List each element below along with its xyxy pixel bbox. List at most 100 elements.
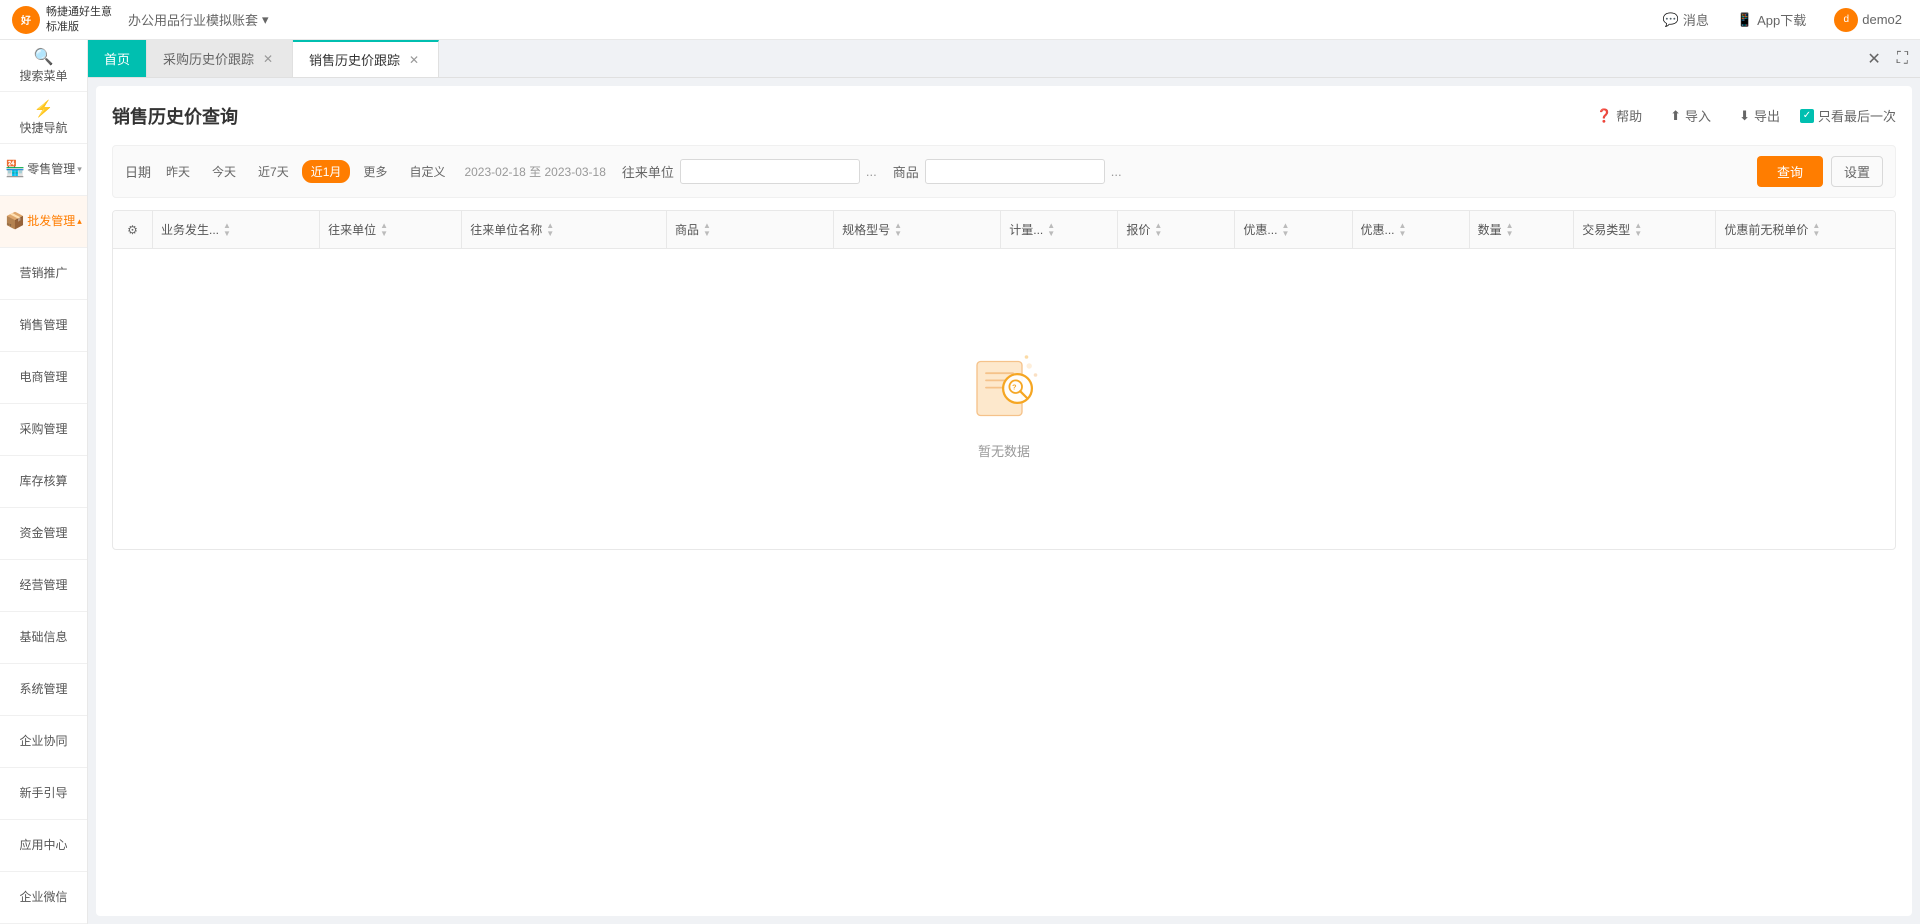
sidebar: 🔍 搜索菜单 ⚡ 快捷导航 🏪 零售管理 ▾ 📦 批发管理 ▴ 营销推广 销售管… — [0, 40, 88, 924]
th-product[interactable]: 商品 ▲▼ — [667, 211, 834, 248]
sidebar-item-basic[interactable]: 基础信息 — [0, 612, 87, 664]
partner-dots[interactable]: ... — [866, 164, 877, 179]
date-btn-last1month[interactable]: 近1月 — [302, 160, 351, 183]
table-body: ? 暂无数据 — [113, 249, 1895, 549]
chevron-down-icon-retail: ▾ — [77, 164, 82, 175]
download-icon: 📱 — [1737, 12, 1753, 28]
sidebar-item-search-menu[interactable]: 🔍 搜索菜单 — [0, 40, 87, 92]
sidebar-item-ecommerce[interactable]: 电商管理 — [0, 352, 87, 404]
partner-label: 往来单位 — [622, 162, 674, 181]
th-discount1[interactable]: 优惠... ▲▼ — [1235, 211, 1352, 248]
main-layout: 🔍 搜索菜单 ⚡ 快捷导航 🏪 零售管理 ▾ 📦 批发管理 ▴ 营销推广 销售管… — [0, 40, 1920, 924]
sidebar-item-operations[interactable]: 经营管理 — [0, 560, 87, 612]
empty-state: ? 暂无数据 — [959, 339, 1049, 460]
th-pretax-price[interactable]: 优惠前无税单价 ▲▼ — [1716, 211, 1895, 248]
sort-icon-trade-type: ▲▼ — [1634, 222, 1642, 238]
product-dots[interactable]: ... — [1111, 164, 1122, 179]
lightning-icon: ⚡ — [34, 99, 54, 119]
sidebar-item-retail[interactable]: 🏪 零售管理 ▾ — [0, 144, 87, 196]
sidebar-item-wechat[interactable]: 企业微信 — [0, 872, 87, 924]
import-button[interactable]: ⬆ 导入 — [1662, 102, 1719, 129]
sidebar-item-purchase[interactable]: 采购管理 — [0, 404, 87, 456]
th-trade-type[interactable]: 交易类型 ▲▼ — [1574, 211, 1716, 248]
user-action[interactable]: d demo2 — [1828, 4, 1908, 36]
page-title-row: 销售历史价查询 ❓ 帮助 ⬆ 导入 ⬇ 导出 ✓ — [112, 102, 1896, 129]
date-btn-today[interactable]: 今天 — [203, 160, 245, 183]
message-action[interactable]: 💬 消息 — [1657, 6, 1715, 33]
export-button[interactable]: ⬇ 导出 — [1731, 102, 1788, 129]
search-icon: 🔍 — [34, 47, 54, 67]
date-btn-yesterday[interactable]: 昨天 — [157, 160, 199, 183]
content-area: 首页 采购历史价跟踪 ✕ 销售历史价跟踪 ✕ ✕ ⛶ 销售历史价查询 — [88, 40, 1920, 924]
header-right: 💬 消息 📱 App下载 d demo2 — [1657, 4, 1908, 36]
partner-filter-group: 往来单位 ... — [622, 159, 877, 184]
sort-icon-discount1: ▲▼ — [1281, 222, 1289, 238]
logo-text: 畅捷通好生意 标准版 — [46, 5, 112, 34]
date-label: 日期 — [125, 162, 151, 181]
empty-text: 暂无数据 — [978, 441, 1030, 460]
tab-close-sales[interactable]: ✕ — [406, 52, 422, 68]
message-icon: 💬 — [1663, 12, 1679, 28]
app-selector[interactable]: 办公用品行业模拟账套 ▾ — [120, 6, 277, 33]
filter-right: 查询 设置 — [1757, 156, 1883, 187]
th-spec[interactable]: 规格型号 ▲▼ — [834, 211, 1001, 248]
query-button[interactable]: 查询 — [1757, 156, 1823, 187]
top-header: 好 畅捷通好生意 标准版 办公用品行业模拟账套 ▾ 💬 消息 📱 App下载 d… — [0, 0, 1920, 40]
chevron-down-icon: ▾ — [262, 12, 269, 28]
page-title: 销售历史价查询 — [112, 103, 238, 129]
tab-purchase-history[interactable]: 采购历史价跟踪 ✕ — [147, 40, 293, 77]
sort-icon-partner-code: ▲▼ — [380, 222, 388, 238]
tab-home[interactable]: 首页 — [88, 40, 147, 77]
sidebar-item-enterprise[interactable]: 企业协同 — [0, 716, 87, 768]
sidebar-item-sales[interactable]: 销售管理 — [0, 300, 87, 352]
logo-icon: 好 — [12, 6, 40, 34]
tab-sales-history[interactable]: 销售历史价跟踪 ✕ — [293, 40, 439, 77]
close-tab-button[interactable]: ✕ — [1863, 45, 1884, 73]
logo-area: 好 畅捷通好生意 标准版 — [12, 5, 112, 34]
sidebar-item-finance[interactable]: 资金管理 — [0, 508, 87, 560]
tab-close-purchase[interactable]: ✕ — [260, 51, 276, 67]
th-partner-code[interactable]: 往来单位 ▲▼ — [320, 211, 462, 248]
partner-input[interactable] — [680, 159, 860, 184]
product-input[interactable] — [925, 159, 1105, 184]
only-last-checkbox[interactable]: ✓ — [1800, 109, 1814, 123]
page-title-actions: ❓ 帮助 ⬆ 导入 ⬇ 导出 ✓ 只看最后一次 — [1588, 102, 1896, 129]
sidebar-item-guide[interactable]: 新手引导 — [0, 768, 87, 820]
sort-icon-spec: ▲▼ — [894, 222, 902, 238]
sort-icon-discount2: ▲▼ — [1399, 222, 1407, 238]
th-quantity[interactable]: 数量 ▲▼ — [1470, 211, 1575, 248]
th-settings[interactable]: ⚙ — [113, 211, 153, 248]
help-button[interactable]: ❓ 帮助 — [1588, 102, 1650, 129]
chevron-up-icon-wholesale: ▴ — [77, 216, 82, 227]
data-table: ⚙ 业务发生... ▲▼ 往来单位 ▲▼ 往来单位名称 ▲▼ — [112, 210, 1896, 550]
table-header: ⚙ 业务发生... ▲▼ 往来单位 ▲▼ 往来单位名称 ▲▼ — [113, 211, 1895, 249]
sidebar-item-inventory[interactable]: 库存核算 — [0, 456, 87, 508]
maximize-button[interactable]: ⛶ — [1893, 46, 1912, 72]
help-icon: ❓ — [1596, 108, 1612, 124]
date-btn-last7[interactable]: 近7天 — [249, 160, 298, 183]
sidebar-item-marketing[interactable]: 营销推广 — [0, 248, 87, 300]
th-quoted-price[interactable]: 报价 ▲▼ — [1118, 211, 1235, 248]
th-unit[interactable]: 计量... ▲▼ — [1001, 211, 1118, 248]
gear-icon: ⚙ — [127, 223, 138, 237]
wholesale-icon: 📦 — [5, 211, 25, 231]
sidebar-item-wholesale[interactable]: 📦 批发管理 ▴ — [0, 196, 87, 248]
date-options: 昨天 今天 近7天 近1月 更多 自定义 — [157, 160, 454, 183]
avatar: d — [1834, 8, 1858, 32]
settings-button[interactable]: 设置 — [1831, 156, 1883, 187]
date-btn-custom[interactable]: 自定义 — [400, 160, 454, 183]
sidebar-item-system[interactable]: 系统管理 — [0, 664, 87, 716]
th-discount2[interactable]: 优惠... ▲▼ — [1353, 211, 1470, 248]
tab-bar: 首页 采购历史价跟踪 ✕ 销售历史价跟踪 ✕ ✕ ⛶ — [88, 40, 1920, 78]
th-biz-date[interactable]: 业务发生... ▲▼ — [153, 211, 320, 248]
sidebar-item-quick-nav[interactable]: ⚡ 快捷导航 — [0, 92, 87, 144]
th-partner-name[interactable]: 往来单位名称 ▲▼ — [462, 211, 667, 248]
date-btn-more[interactable]: 更多 — [354, 160, 396, 183]
export-icon: ⬇ — [1739, 108, 1750, 124]
empty-illustration: ? — [959, 339, 1049, 429]
sidebar-item-app-center[interactable]: 应用中心 — [0, 820, 87, 872]
only-last-checkbox-label[interactable]: ✓ 只看最后一次 — [1800, 106, 1896, 125]
filter-row: 日期 昨天 今天 近7天 近1月 更多 自定义 2023-02-18 至 202… — [112, 145, 1896, 198]
app-download-action[interactable]: 📱 App下载 — [1731, 6, 1812, 33]
tab-bar-actions: ✕ ⛶ — [1855, 40, 1920, 77]
